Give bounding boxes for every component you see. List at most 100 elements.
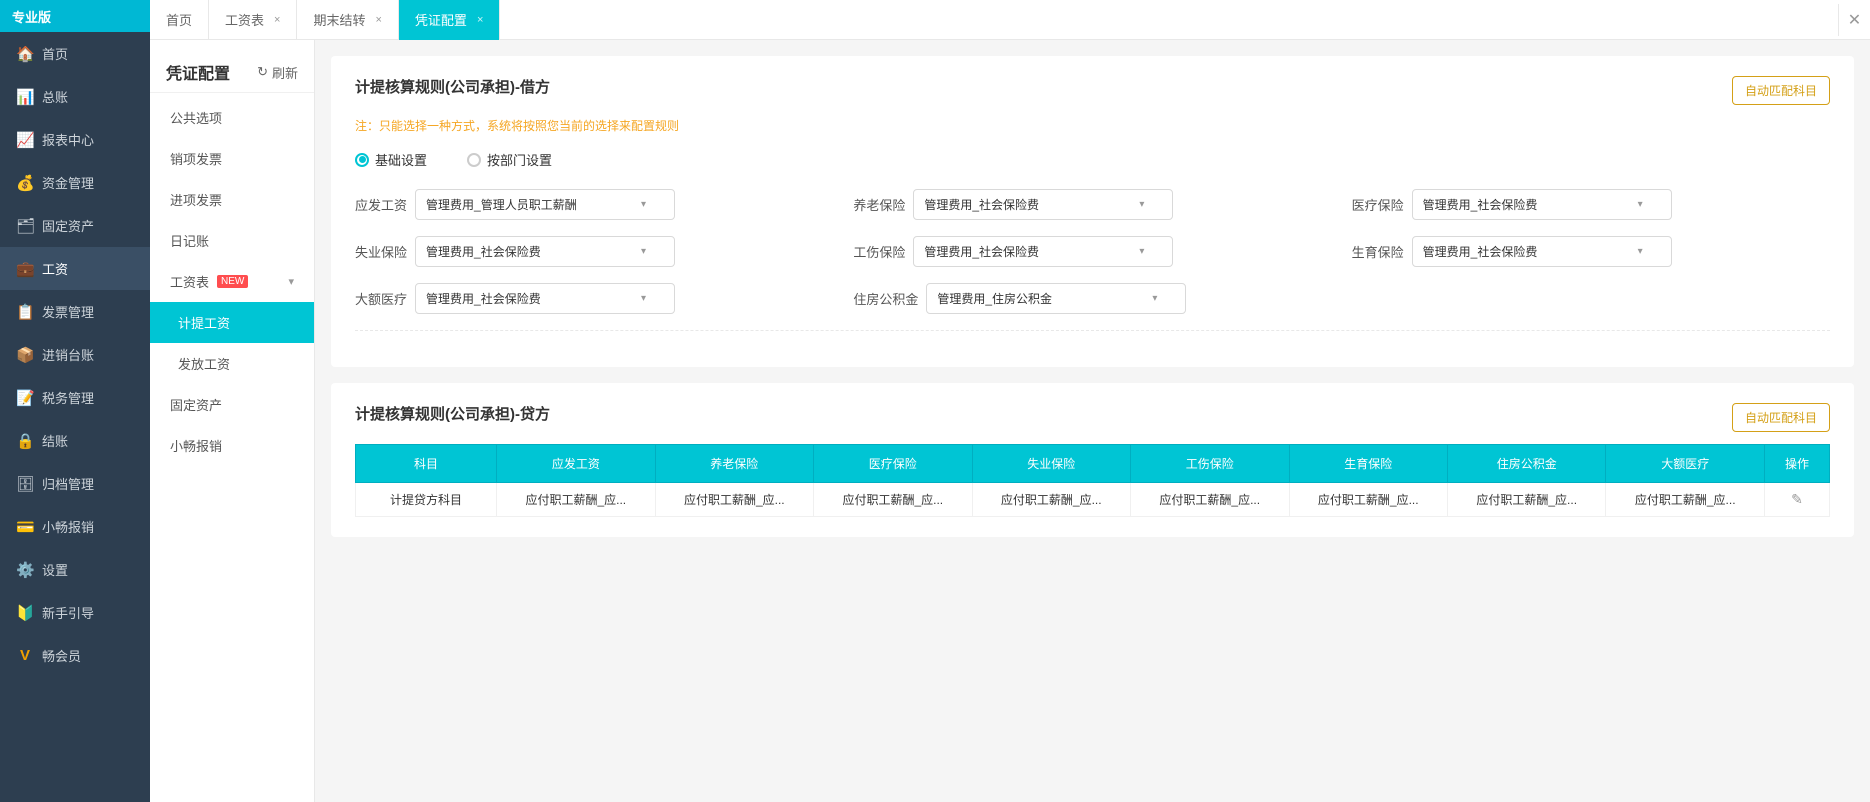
- select-unemployment-value: 管理费用_社会保险费: [426, 243, 637, 260]
- auto-match-debit-button[interactable]: 自动匹配科目: [1732, 76, 1830, 105]
- th-injury: 工伤保险: [1131, 445, 1289, 483]
- sidebar-item-funds[interactable]: 💰 资金管理: [0, 161, 150, 204]
- left-nav-public[interactable]: 公共选项: [150, 97, 314, 138]
- form-item-pension: 养老保险 管理费用_社会保险费 ▾: [853, 189, 1331, 220]
- td-medical: 应付职工薪酬_应...: [814, 483, 972, 517]
- tab-home[interactable]: 首页: [150, 0, 209, 40]
- sidebar-item-archive[interactable]: 🗄 归档管理: [0, 462, 150, 505]
- label-injury: 工伤保险: [853, 242, 905, 261]
- tab-salary-table-close[interactable]: ×: [274, 14, 280, 26]
- left-nav-issue-salary[interactable]: 发放工资: [150, 343, 314, 384]
- radio-group: 基础设置 按部门设置: [355, 150, 1830, 169]
- sidebar-item-guide[interactable]: 🔰 新手引导: [0, 591, 150, 634]
- th-pension: 养老保险: [655, 445, 813, 483]
- sidebar-label-archive: 归档管理: [42, 474, 94, 493]
- sidebar-label-invoices: 发票管理: [42, 302, 94, 321]
- td-pension: 应付职工薪酬_应...: [655, 483, 813, 517]
- radio-basic-label: 基础设置: [375, 150, 427, 169]
- sidebar-item-home[interactable]: 🏠 首页: [0, 32, 150, 75]
- sidebar: 专业版 🏠 首页 📊 总账 📈 报表中心 💰 资金管理 🗂 固定资产 💼 工资 …: [0, 0, 150, 802]
- radio-basic-circle[interactable]: [355, 153, 369, 167]
- page-title: 凭证配置: [166, 60, 230, 84]
- left-nav-salary-sheet[interactable]: 工资表 NEW ▾: [150, 261, 314, 302]
- th-subject: 科目: [356, 445, 497, 483]
- sidebar-label-home: 首页: [42, 44, 68, 63]
- section-debit: 计提核算规则(公司承担)-借方 自动匹配科目 注：只能选择一种方式，系统将按照您…: [331, 56, 1854, 367]
- sidebar-item-settings[interactable]: ⚙️ 设置: [0, 548, 150, 591]
- left-nav-payroll[interactable]: 计提工资: [150, 302, 314, 343]
- tab-salary-table[interactable]: 工资表 ×: [209, 0, 297, 40]
- chevron-down-icon-5: ▾: [1139, 246, 1144, 257]
- sidebar-label-guide: 新手引导: [42, 603, 94, 622]
- sidebar-item-assets[interactable]: 🗂 固定资产: [0, 204, 150, 247]
- section-debit-title: 计提核算规则(公司承担)-借方: [355, 76, 550, 97]
- select-salary[interactable]: 管理费用_管理人员职工薪酬 ▾: [415, 189, 675, 220]
- chevron-down-icon-2: ▾: [1139, 199, 1144, 210]
- main-panel: 计提核算规则(公司承担)-借方 自动匹配科目 注：只能选择一种方式，系统将按照您…: [315, 40, 1870, 802]
- label-housing-fund: 住房公积金: [853, 289, 918, 308]
- select-housing-fund-value: 管理费用_住房公积金: [937, 290, 1148, 307]
- sidebar-label-vip: 畅会员: [42, 646, 81, 665]
- arrow-icon: ▾: [288, 275, 294, 288]
- form-row-2: 失业保险 管理费用_社会保险费 ▾ 工伤保险 管理费用_社会保险费 ▾: [355, 236, 1830, 267]
- sidebar-item-xiaochang[interactable]: 💳 小畅报销: [0, 505, 150, 548]
- sidebar-item-tax[interactable]: 📝 税务管理: [0, 376, 150, 419]
- left-nav-xiaochang-expense[interactable]: 小畅报销: [150, 425, 314, 466]
- select-medical-value: 管理费用_社会保险费: [1423, 196, 1634, 213]
- form-row-3: 大额医疗 管理费用_社会保险费 ▾ 住房公积金 管理费用_住房公积金 ▾: [355, 283, 1830, 314]
- radio-by-dept[interactable]: 按部门设置: [467, 150, 552, 169]
- left-nav-fixed-assets[interactable]: 固定资产: [150, 384, 314, 425]
- auto-match-credit-button[interactable]: 自动匹配科目: [1732, 403, 1830, 432]
- select-housing-fund[interactable]: 管理费用_住房公积金 ▾: [926, 283, 1186, 314]
- section-credit-header: 计提核算规则(公司承担)-贷方 自动匹配科目: [355, 403, 1830, 432]
- th-unemployment: 失业保险: [972, 445, 1130, 483]
- salary-icon: 💼: [16, 260, 34, 278]
- td-injury: 应付职工薪酬_应...: [1131, 483, 1289, 517]
- radio-basic[interactable]: 基础设置: [355, 150, 427, 169]
- td-housing-fund: 应付职工薪酬_应...: [1447, 483, 1605, 517]
- tab-period-end-close[interactable]: ×: [375, 14, 381, 26]
- left-nav-input-invoice[interactable]: 进项发票: [150, 179, 314, 220]
- sidebar-item-reports[interactable]: 📈 报表中心: [0, 118, 150, 161]
- tab-period-end[interactable]: 期末结转 ×: [297, 0, 398, 40]
- td-major-medical: 应付职工薪酬_应...: [1606, 483, 1764, 517]
- select-injury[interactable]: 管理费用_社会保险费 ▾: [913, 236, 1173, 267]
- label-unemployment: 失业保险: [355, 242, 407, 261]
- sidebar-label-close: 结账: [42, 431, 68, 450]
- new-badge: NEW: [217, 275, 248, 288]
- section-debit-header: 计提核算规则(公司承担)-借方 自动匹配科目: [355, 76, 1830, 105]
- select-maternity[interactable]: 管理费用_社会保险费 ▾: [1412, 236, 1672, 267]
- close-icon: 🔒: [16, 432, 34, 450]
- refresh-button[interactable]: ↻ 刷新: [257, 63, 298, 82]
- sidebar-item-vip[interactable]: V 畅会员: [0, 634, 150, 677]
- sidebar-item-salary[interactable]: 💼 工资: [0, 247, 150, 290]
- select-injury-value: 管理费用_社会保险费: [924, 243, 1135, 260]
- left-nav-cancel-invoice[interactable]: 销项发票: [150, 138, 314, 179]
- select-major-medical[interactable]: 管理费用_社会保险费 ▾: [415, 283, 675, 314]
- sidebar-item-close[interactable]: 🔒 结账: [0, 419, 150, 462]
- radio-by-dept-circle[interactable]: [467, 153, 481, 167]
- sidebar-item-invoices[interactable]: 📋 发票管理: [0, 290, 150, 333]
- guide-icon: 🔰: [16, 604, 34, 622]
- left-nav: 凭证配置 ↻ 刷新 公共选项 销项发票 进项发票 日记账 工资表 NEW ▾: [150, 40, 315, 802]
- ledger-icon: 📊: [16, 88, 34, 106]
- chevron-down-icon-3: ▾: [1638, 199, 1643, 210]
- form-item-unemployment: 失业保险 管理费用_社会保险费 ▾: [355, 236, 833, 267]
- sidebar-item-inventory[interactable]: 📦 进销台账: [0, 333, 150, 376]
- select-medical[interactable]: 管理费用_社会保险费 ▾: [1412, 189, 1672, 220]
- settings-icon: ⚙️: [16, 561, 34, 579]
- sidebar-item-ledger[interactable]: 📊 总账: [0, 75, 150, 118]
- sidebar-label-funds: 资金管理: [42, 173, 94, 192]
- edit-icon[interactable]: ✎: [1791, 491, 1803, 507]
- section-divider: [355, 330, 1830, 331]
- left-nav-journal[interactable]: 日记账: [150, 220, 314, 261]
- window-close-button[interactable]: ✕: [1838, 4, 1870, 36]
- select-pension[interactable]: 管理费用_社会保险费 ▾: [913, 189, 1173, 220]
- tab-voucher-config[interactable]: 凭证配置 ×: [399, 0, 500, 40]
- th-housing-fund: 住房公积金: [1447, 445, 1605, 483]
- tab-voucher-config-close[interactable]: ×: [477, 14, 483, 26]
- select-unemployment[interactable]: 管理费用_社会保险费 ▾: [415, 236, 675, 267]
- brand-logo: 专业版: [0, 0, 150, 32]
- invoices-icon: 📋: [16, 303, 34, 321]
- th-major-medical: 大额医疗: [1606, 445, 1764, 483]
